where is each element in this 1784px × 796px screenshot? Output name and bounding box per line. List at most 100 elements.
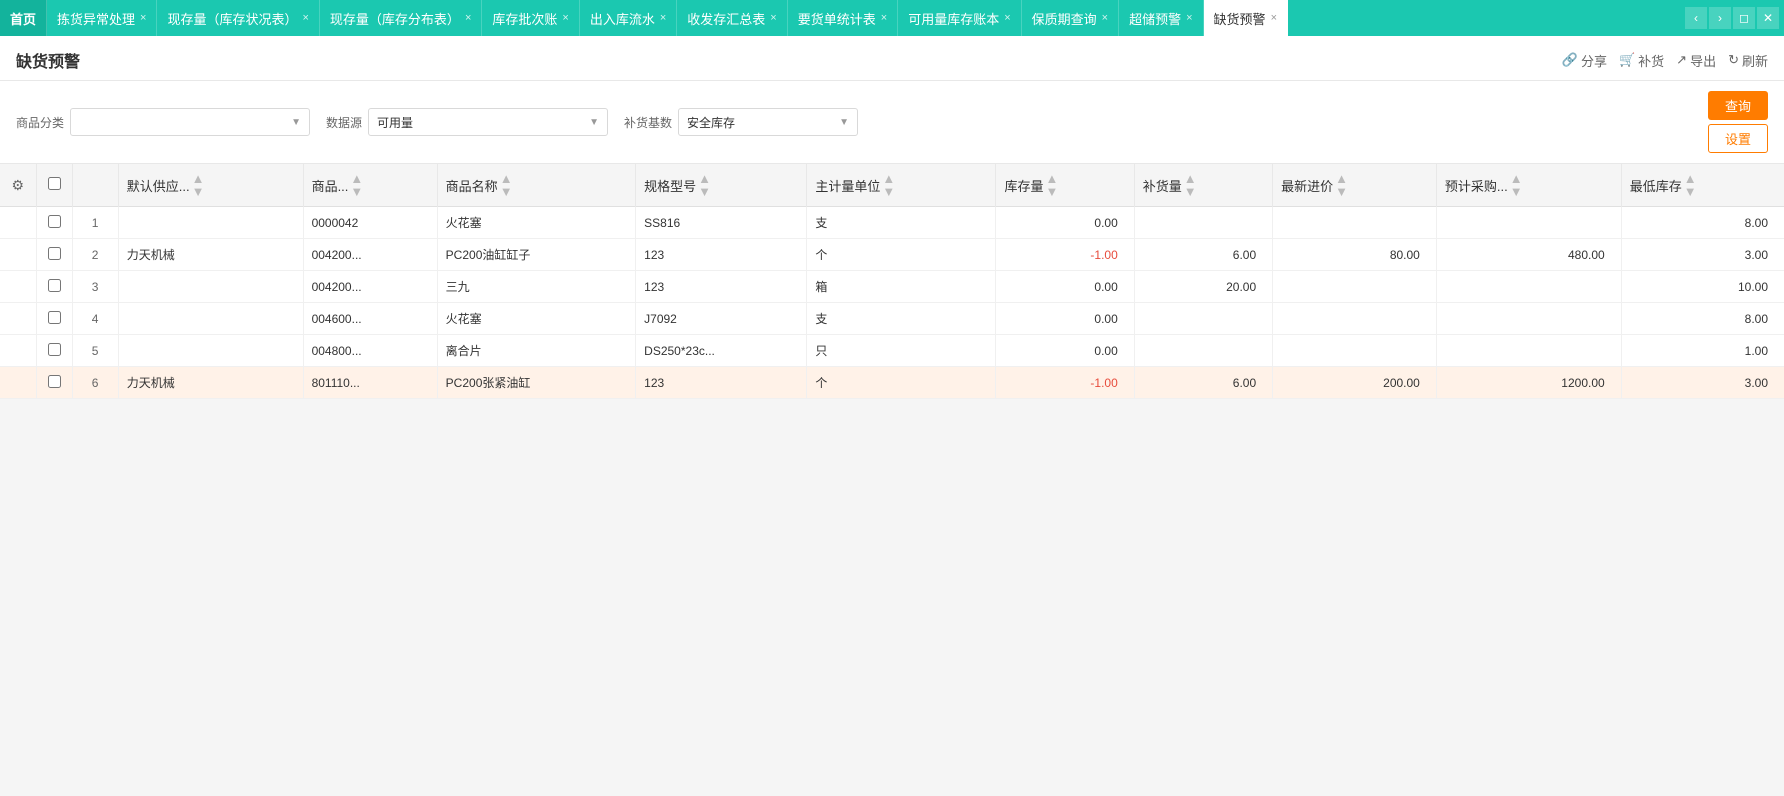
- td-checkbox-3: [36, 303, 72, 335]
- tab-10[interactable]: 超储预警 ×: [1119, 0, 1203, 36]
- th-product-code[interactable]: 商品... ▲▼: [303, 164, 437, 207]
- replenish-button[interactable]: 🛒 补货: [1619, 51, 1664, 70]
- row-checkbox-5[interactable]: [48, 375, 61, 388]
- tab-5[interactable]: 出入库流水 ×: [580, 0, 677, 36]
- tab-scroll-right[interactable]: ›: [1709, 7, 1731, 29]
- replenish-base-select[interactable]: 安全库存 ▼: [678, 108, 858, 136]
- row-checkbox-0[interactable]: [48, 215, 61, 228]
- close-tab-8[interactable]: ×: [1004, 12, 1010, 24]
- th-latest-price[interactable]: 最新进价 ▲▼: [1273, 164, 1437, 207]
- datasource-filter-group: 数据源 可用量 ▼: [326, 108, 608, 136]
- export-button[interactable]: ↗ 导出: [1676, 51, 1716, 70]
- tab-close-all[interactable]: ✕: [1757, 7, 1779, 29]
- tab-11[interactable]: 缺货预警 ×: [1204, 0, 1288, 36]
- datasource-select[interactable]: 可用量 ▼: [368, 108, 608, 136]
- tab-1[interactable]: 拣货异常处理 ×: [47, 0, 157, 36]
- replenish-base-value: 安全库存: [687, 114, 735, 131]
- select-all-checkbox[interactable]: [48, 177, 61, 190]
- tab-9[interactable]: 保质期查询 ×: [1022, 0, 1119, 36]
- th-stock[interactable]: 库存量 ▲▼: [996, 164, 1134, 207]
- td-replenish-qty-5: 6.00: [1134, 367, 1272, 399]
- row-checkbox-1[interactable]: [48, 247, 61, 260]
- close-tab-9[interactable]: ×: [1102, 12, 1108, 24]
- tab-6[interactable]: 收发存汇总表 ×: [677, 0, 787, 36]
- category-select[interactable]: ▼: [70, 108, 310, 136]
- td-product-code-0: 0000042: [303, 207, 437, 239]
- main-table: ⚙ 默认供应... ▲▼ 商品...: [0, 164, 1784, 399]
- td-min-stock-4: 1.00: [1621, 335, 1784, 367]
- td-checkbox-4: [36, 335, 72, 367]
- table-row: 5 004800... 离合片 DS250*23c... 只 0.00 1.00: [0, 335, 1784, 367]
- query-button[interactable]: 查询: [1708, 91, 1768, 120]
- th-min-stock[interactable]: 最低库存 ▲▼: [1621, 164, 1784, 207]
- page-content: 缺货预警 🔗 分享 🛒 补货 ↗ 导出 ↻ 刷新 商品分类: [0, 36, 1784, 399]
- td-spec-1: 123: [636, 239, 807, 271]
- tab-restore[interactable]: ◻: [1733, 7, 1755, 29]
- td-unit-3: 支: [807, 303, 996, 335]
- th-unit[interactable]: 主计量单位 ▲▼: [807, 164, 996, 207]
- datasource-value: 可用量: [377, 114, 413, 131]
- close-tab-2[interactable]: ×: [302, 12, 308, 24]
- tab-8[interactable]: 可用量库存账本 ×: [898, 0, 1021, 36]
- th-supplier[interactable]: 默认供应... ▲▼: [118, 164, 303, 207]
- tab-4[interactable]: 库存批次账 ×: [482, 0, 579, 36]
- td-est-purchase-2: [1436, 271, 1621, 303]
- td-est-purchase-3: [1436, 303, 1621, 335]
- td-stock-5: -1.00: [996, 367, 1134, 399]
- td-min-stock-1: 3.00: [1621, 239, 1784, 271]
- td-latest-price-4: [1273, 335, 1437, 367]
- close-tab-10[interactable]: ×: [1186, 12, 1192, 24]
- row-checkbox-3[interactable]: [48, 311, 61, 324]
- tab-2[interactable]: 现存量（库存状况表） ×: [157, 0, 319, 36]
- td-min-stock-0: 8.00: [1621, 207, 1784, 239]
- td-min-stock-2: 10.00: [1621, 271, 1784, 303]
- row-checkbox-2[interactable]: [48, 279, 61, 292]
- td-product-code-2: 004200...: [303, 271, 437, 303]
- settings-button[interactable]: 设置: [1708, 124, 1768, 153]
- td-supplier-3: [118, 303, 303, 335]
- share-button[interactable]: 🔗 分享: [1562, 51, 1607, 70]
- td-spec-0: SS816: [636, 207, 807, 239]
- th-replenish-qty[interactable]: 补货量 ▲▼: [1134, 164, 1272, 207]
- td-latest-price-5: 200.00: [1273, 367, 1437, 399]
- close-tab-1[interactable]: ×: [140, 12, 146, 24]
- td-supplier-4: [118, 335, 303, 367]
- td-replenish-qty-0: [1134, 207, 1272, 239]
- table-row: 2 力天机械 004200... PC200油缸缸子 123 个 -1.00 6…: [0, 239, 1784, 271]
- close-tab-6[interactable]: ×: [770, 12, 776, 24]
- td-index-2: 3: [72, 271, 118, 303]
- td-replenish-qty-4: [1134, 335, 1272, 367]
- close-tab-5[interactable]: ×: [660, 12, 666, 24]
- tab-home[interactable]: 首页: [0, 0, 47, 36]
- th-product-name[interactable]: 商品名称 ▲▼: [437, 164, 635, 207]
- td-spec-3: J7092: [636, 303, 807, 335]
- td-stock-1: -1.00: [996, 239, 1134, 271]
- close-tab-4[interactable]: ×: [562, 12, 568, 24]
- close-tab-3[interactable]: ×: [465, 12, 471, 24]
- th-checkbox: [36, 164, 72, 207]
- refresh-button[interactable]: ↻ 刷新: [1728, 51, 1768, 70]
- td-supplier-0: [118, 207, 303, 239]
- td-unit-0: 支: [807, 207, 996, 239]
- td-min-stock-5: 3.00: [1621, 367, 1784, 399]
- td-latest-price-0: [1273, 207, 1437, 239]
- td-spec-2: 123: [636, 271, 807, 303]
- tab-nav-buttons: ‹ › ◻ ✕: [1684, 7, 1784, 29]
- row-checkbox-4[interactable]: [48, 343, 61, 356]
- td-product-name-5: PC200张紧油缸: [437, 367, 635, 399]
- close-tab-11[interactable]: ×: [1271, 12, 1277, 24]
- td-index-0: 1: [72, 207, 118, 239]
- close-tab-7[interactable]: ×: [881, 12, 887, 24]
- td-product-name-0: 火花塞: [437, 207, 635, 239]
- tab-scroll-left[interactable]: ‹: [1685, 7, 1707, 29]
- name-sort-icon: ▲▼: [500, 172, 513, 198]
- td-supplier-1: 力天机械: [118, 239, 303, 271]
- category-chevron-icon: ▼: [291, 117, 301, 128]
- tab-3[interactable]: 现存量（库存分布表） ×: [320, 0, 482, 36]
- th-est-purchase[interactable]: 预计采购... ▲▼: [1436, 164, 1621, 207]
- tab-7[interactable]: 要货单统计表 ×: [788, 0, 898, 36]
- settings-gear-icon[interactable]: ⚙: [11, 177, 24, 194]
- td-spec-5: 123: [636, 367, 807, 399]
- th-spec[interactable]: 规格型号 ▲▼: [636, 164, 807, 207]
- share-icon: 🔗: [1562, 52, 1578, 68]
